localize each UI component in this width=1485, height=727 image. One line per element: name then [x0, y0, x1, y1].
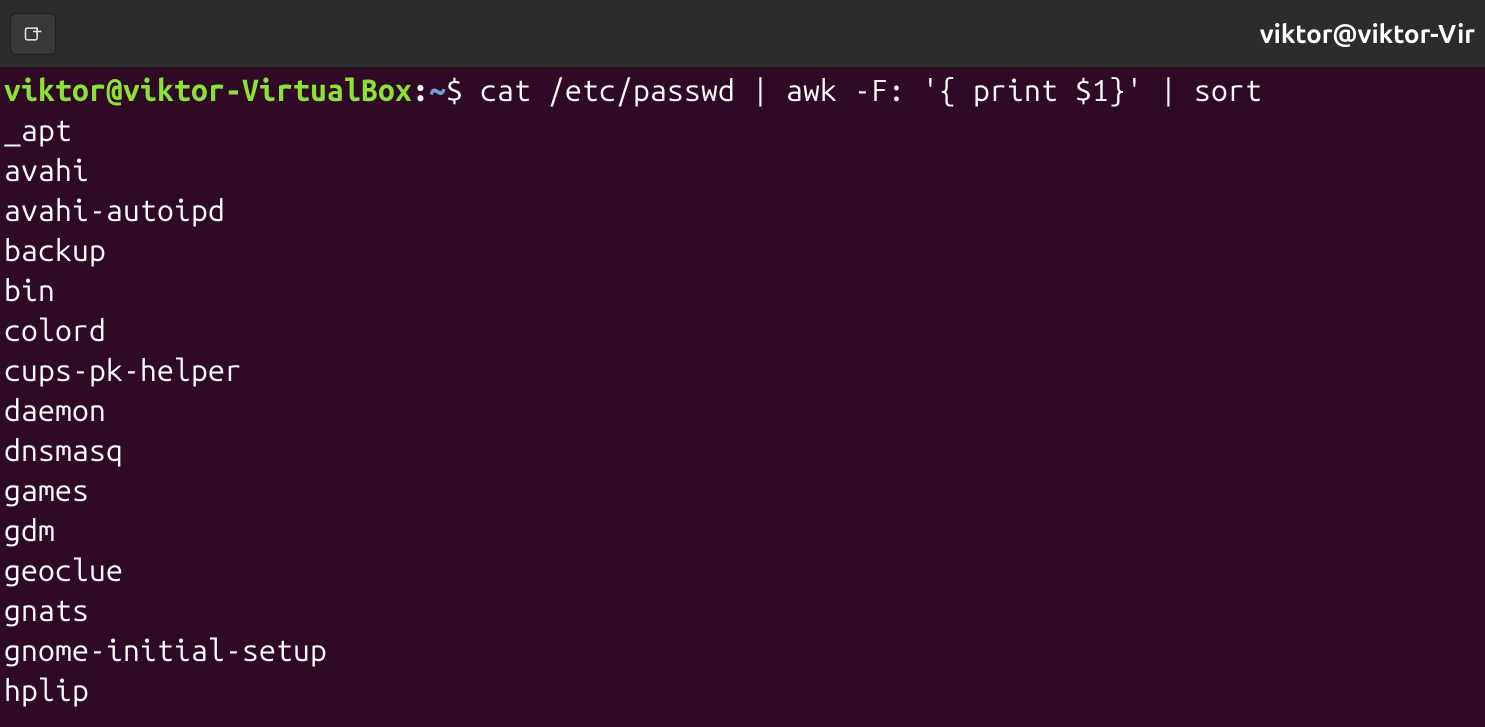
output-line: avahi-autoipd [4, 193, 225, 227]
terminal-area[interactable]: viktor@viktor-VirtualBox:~$ cat /etc/pas… [0, 68, 1485, 710]
output-line: backup [4, 233, 106, 267]
output-line: cups-pk-helper [4, 353, 242, 387]
new-tab-icon [23, 24, 43, 44]
command-text: cat /etc/passwd | awk -F: '{ print $1}' … [480, 73, 1262, 107]
output-line: gnats [4, 593, 89, 627]
output-line: _apt [4, 113, 72, 147]
window-title: viktor@viktor-Vir [1260, 19, 1475, 48]
output-line: gdm [4, 513, 55, 547]
new-tab-button[interactable] [10, 13, 56, 55]
output-line: daemon [4, 393, 106, 427]
output-line: games [4, 473, 89, 507]
prompt-path: ~ [429, 73, 446, 107]
output-line: gnome-initial-setup [4, 633, 327, 667]
output-line: colord [4, 313, 106, 347]
output-line: bin [4, 273, 55, 307]
output-line: geoclue [4, 553, 123, 587]
window-titlebar: viktor@viktor-Vir [0, 0, 1485, 68]
prompt-dollar: $ [446, 73, 463, 107]
output-line: hplip [4, 673, 89, 707]
output-line: dnsmasq [4, 433, 123, 467]
output-line: avahi [4, 153, 89, 187]
prompt-user-host: viktor@viktor-VirtualBox [4, 73, 412, 107]
prompt-colon: : [412, 73, 429, 107]
